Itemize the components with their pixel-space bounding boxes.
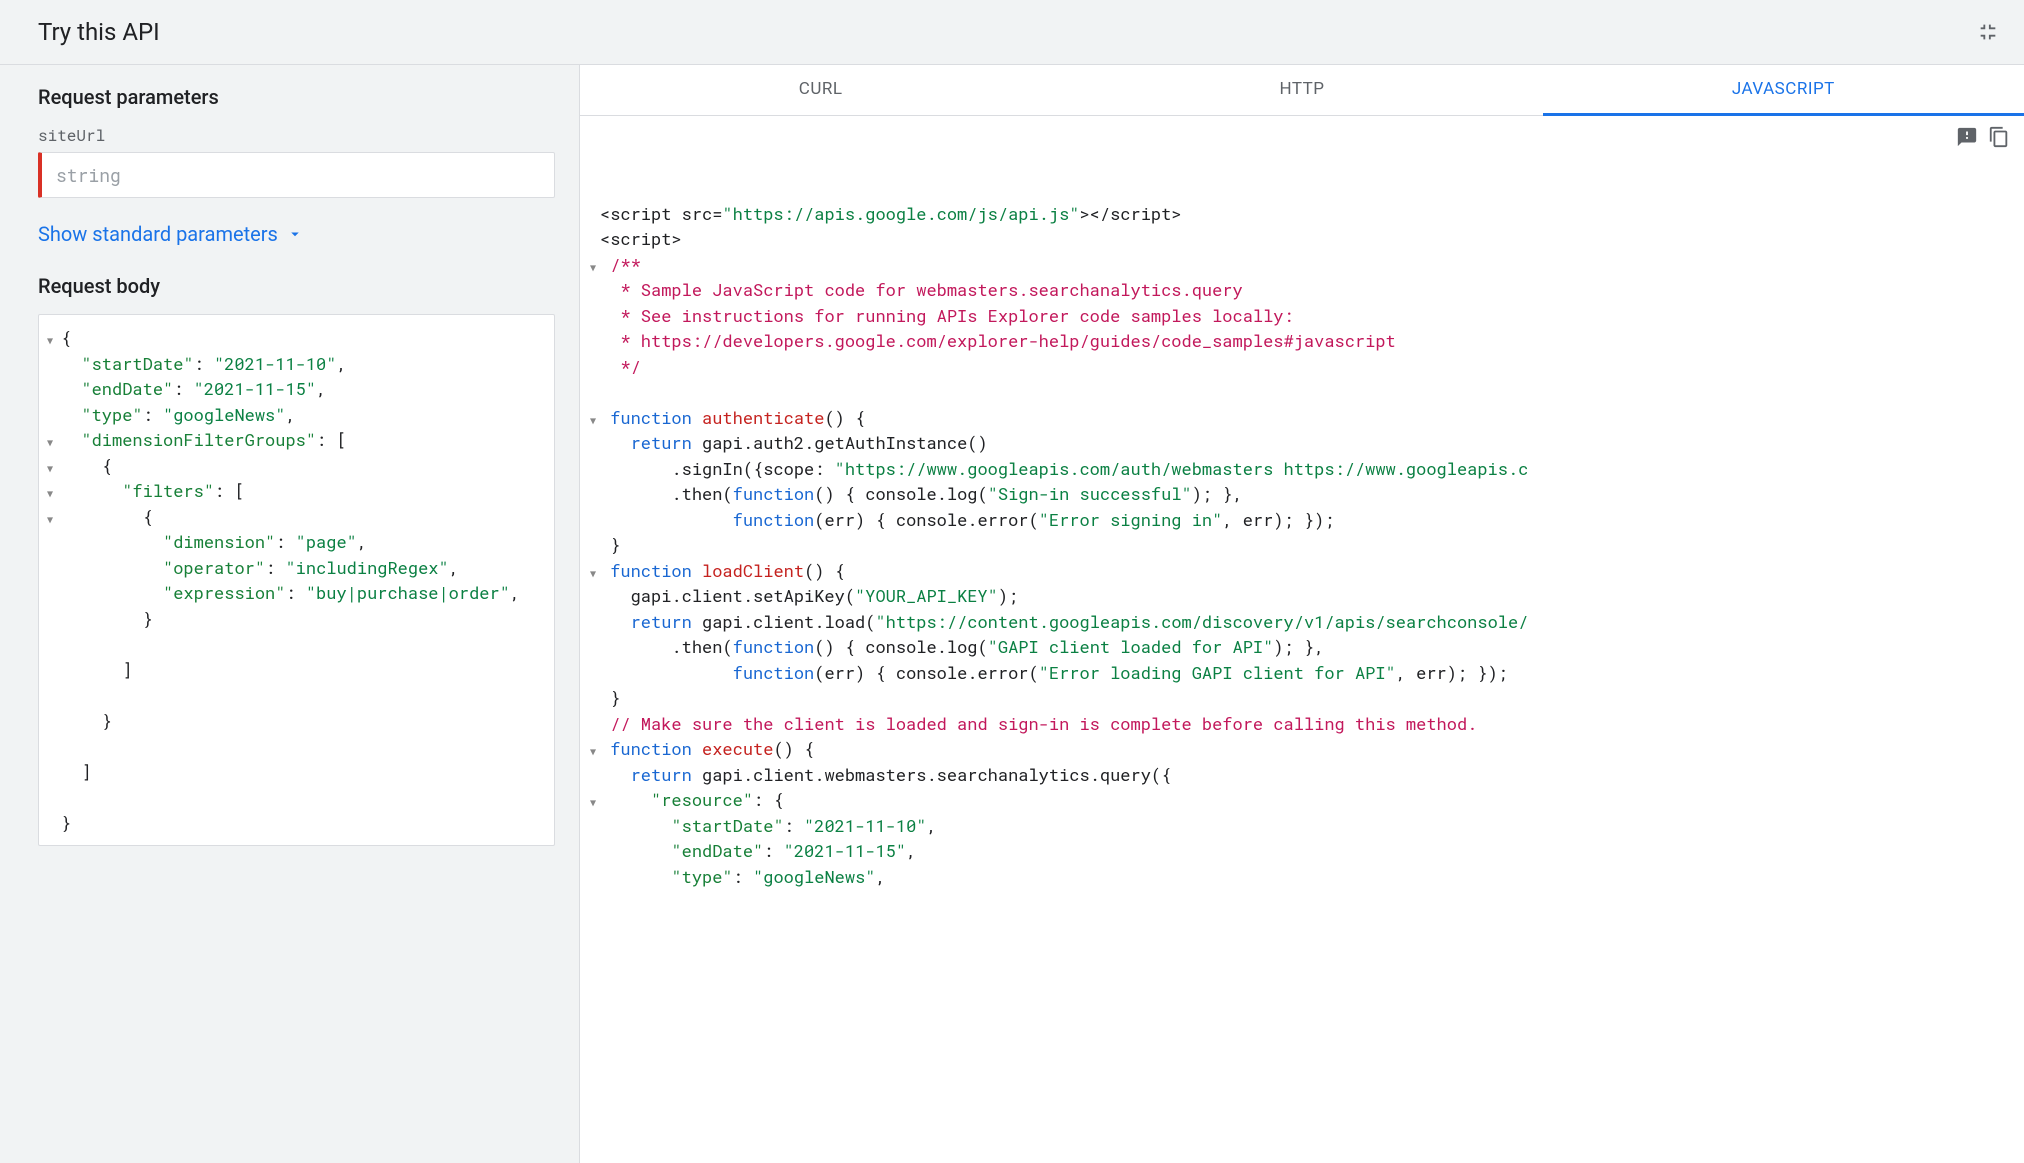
code-panel: cURL HTTP JAVASCRIPT <script src="https:… (580, 65, 2024, 1163)
tab-javascript[interactable]: JAVASCRIPT (1543, 65, 2024, 116)
header: Try this API (0, 0, 2024, 65)
body-heading: Request body (38, 274, 555, 298)
tab-curl[interactable]: cURL (580, 65, 1061, 115)
feedback-icon[interactable] (1956, 126, 1978, 148)
tab-http[interactable]: HTTP (1061, 65, 1542, 115)
page-title: Try this API (38, 18, 160, 46)
siteurl-label: siteUrl (38, 125, 555, 146)
collapse-icon[interactable] (1976, 20, 2000, 44)
request-body-editor[interactable]: ▼{ "startDate": "2021-11-10", "endDate":… (38, 314, 555, 846)
request-parameters-panel: Request parameters siteUrl Show standard… (0, 65, 580, 1163)
show-standard-label: Show standard parameters (38, 222, 278, 246)
siteurl-input[interactable] (38, 152, 555, 198)
code-tabs: cURL HTTP JAVASCRIPT (580, 65, 2024, 116)
chevron-down-icon (286, 225, 304, 243)
params-heading: Request parameters (38, 85, 555, 109)
copy-icon[interactable] (1988, 126, 2010, 148)
show-standard-parameters-link[interactable]: Show standard parameters (38, 222, 555, 246)
code-area[interactable]: <script src="https://apis.google.com/js/… (580, 116, 2024, 1163)
